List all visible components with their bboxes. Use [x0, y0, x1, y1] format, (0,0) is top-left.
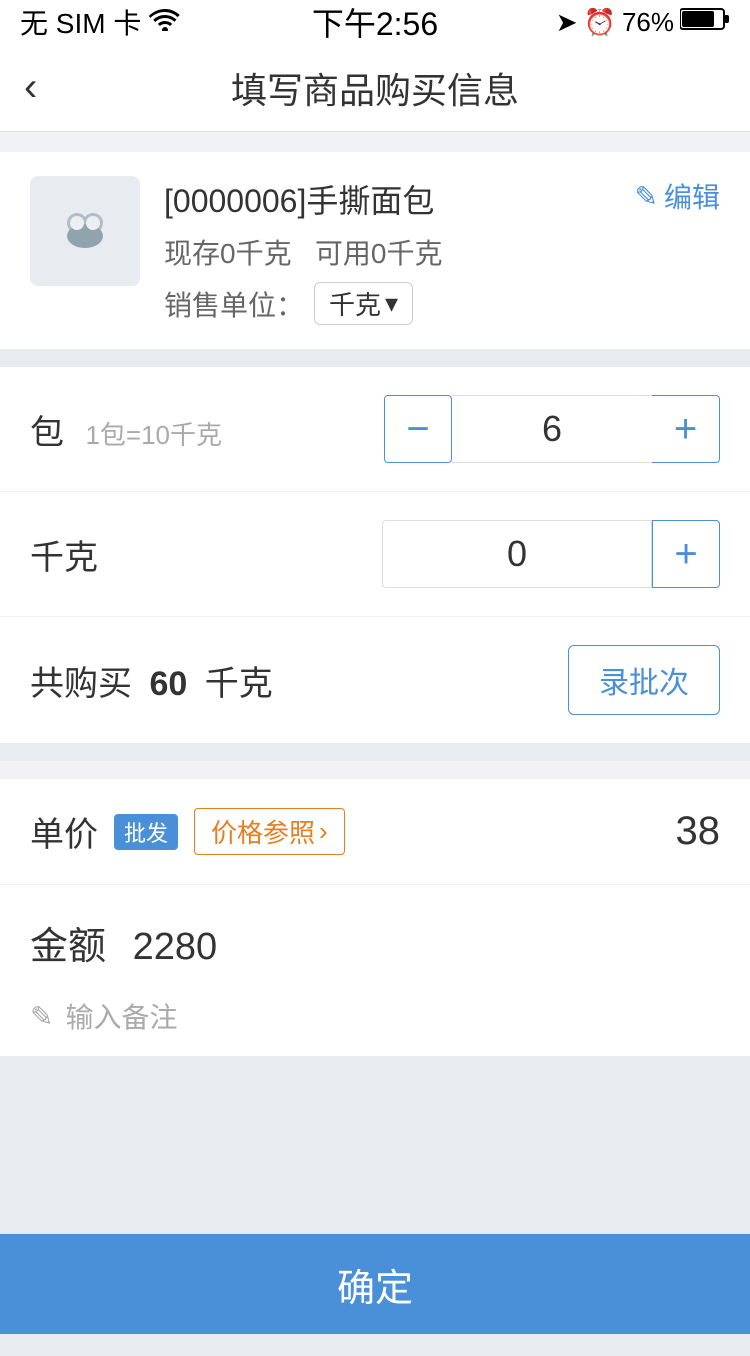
location-icon: ➤: [556, 7, 578, 38]
remark-label: 输入备注: [65, 996, 177, 1036]
bao-plus-button[interactable]: +: [652, 395, 720, 463]
status-bar: 无 SIM 卡 下午2:56 ➤ ⏰ 76%: [0, 0, 750, 44]
amount-row: 金额 2280: [30, 915, 720, 970]
quantity-row-kg: 千克 +: [0, 492, 750, 617]
chevron-down-icon: ▾: [385, 288, 398, 319]
sim-status: 无 SIM 卡: [20, 2, 141, 42]
product-image: [30, 176, 140, 286]
product-card: [0000006]手撕面包 ✎ 编辑 现存0千克 可用0千克 销售单位： 千克 …: [0, 152, 750, 349]
product-name: [0000006]手撕面包: [164, 176, 434, 222]
product-info: [0000006]手撕面包 ✎ 编辑 现存0千克 可用0千克 销售单位： 千克 …: [164, 176, 720, 325]
bao-quantity-input[interactable]: [452, 395, 652, 463]
alarm-icon: ⏰: [584, 7, 616, 38]
price-label: 单价: [30, 807, 98, 856]
kg-plus-button[interactable]: +: [652, 520, 720, 588]
price-ref-button[interactable]: 价格参照 ›: [194, 808, 345, 855]
bao-hint: 1包=10千克: [85, 420, 222, 450]
price-left: 单价 批发 价格参照 ›: [30, 807, 345, 856]
amount-value: 2280: [133, 926, 218, 968]
nav-bar: ‹ 填写商品购买信息: [0, 44, 750, 132]
summary-row: 共购买 60 千克 录批次: [0, 617, 750, 743]
battery-percent: 76%: [622, 7, 674, 38]
quantity-row-bao: 包 1包=10千克 − +: [0, 367, 750, 492]
chevron-right-icon: ›: [319, 816, 328, 847]
summary-text: 共购买 60 千克: [30, 656, 273, 705]
back-button[interactable]: ‹: [24, 65, 37, 110]
remark-row[interactable]: ✎ 输入备注: [30, 986, 720, 1046]
price-section: 单价 批发 价格参照 › 38: [0, 779, 750, 885]
divider-1: [0, 349, 750, 367]
kg-label: 千克: [30, 530, 382, 579]
summary-amount: 60: [149, 665, 187, 703]
amount-section: 金额 2280 ✎ 输入备注: [0, 885, 750, 1056]
divider-2: [0, 743, 750, 761]
input-section: 包 1包=10千克 − + 千克 +: [0, 367, 750, 617]
edit-button[interactable]: ✎ 编辑: [635, 176, 720, 216]
confirm-button[interactable]: 确定: [337, 1257, 413, 1312]
kg-quantity-input[interactable]: [382, 520, 652, 588]
product-unit: 销售单位： 千克 ▾: [164, 282, 720, 325]
status-time: 下午2:56: [312, 0, 438, 45]
price-tag-pifa: 批发: [114, 814, 178, 850]
batch-button[interactable]: 录批次: [568, 645, 720, 715]
unit-dropdown[interactable]: 千克 ▾: [314, 282, 413, 325]
edit-label: 编辑: [664, 176, 720, 216]
status-left: 无 SIM 卡: [20, 2, 181, 42]
bao-label: 包 1包=10千克: [30, 405, 384, 454]
price-value: 38: [676, 809, 721, 854]
wifi-icon: [149, 6, 181, 38]
battery-icon: [680, 7, 730, 38]
remark-icon: ✎: [30, 1000, 53, 1033]
edit-icon: ✎: [635, 180, 658, 213]
confirm-bar[interactable]: 确定: [0, 1234, 750, 1334]
bao-minus-button[interactable]: −: [384, 395, 452, 463]
page-title: 填写商品购买信息: [231, 62, 519, 114]
status-right: ➤ ⏰ 76%: [556, 7, 730, 38]
bao-quantity-control: − +: [384, 395, 720, 463]
kg-quantity-control: +: [382, 520, 720, 588]
product-stock: 现存0千克 可用0千克: [164, 232, 720, 272]
